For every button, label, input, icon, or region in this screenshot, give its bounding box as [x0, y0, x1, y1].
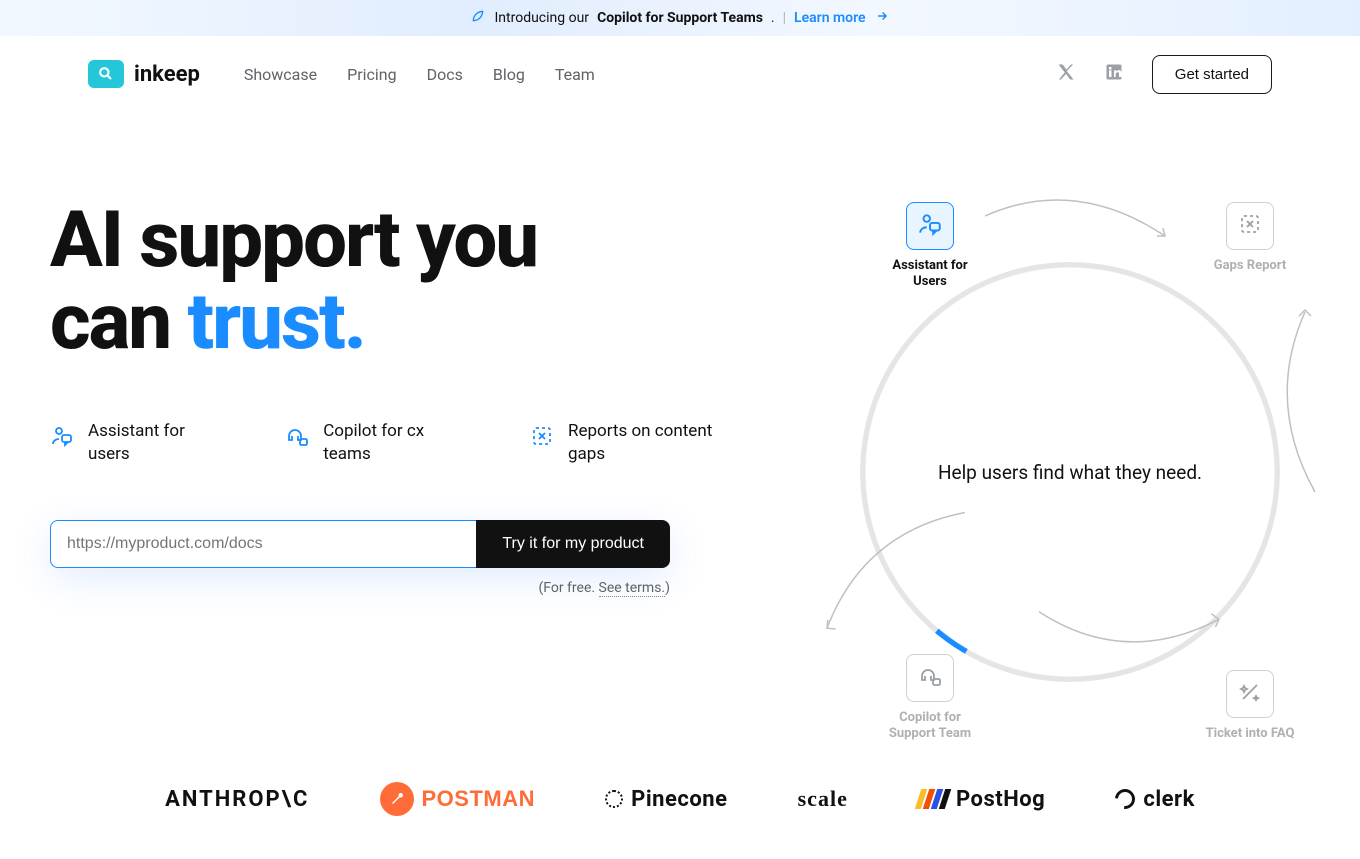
- feature-text: Reports on content gaps: [568, 420, 730, 466]
- linkedin-icon[interactable]: [1104, 62, 1124, 86]
- wheel-node-ticket[interactable]: Ticket into FAQ: [1180, 670, 1320, 742]
- gaps-icon: [1238, 212, 1262, 240]
- assistant-icon: [50, 424, 74, 452]
- x-social-icon[interactable]: [1056, 62, 1076, 86]
- logo-postman: POSTMAN: [380, 782, 536, 816]
- wheel-node-assistant[interactable]: Assistant for Users: [860, 202, 1000, 291]
- banner-sep: |: [783, 10, 786, 26]
- nav-showcase[interactable]: Showcase: [244, 65, 317, 84]
- site-header: inkeep Showcase Pricing Docs Blog Team G…: [0, 36, 1360, 112]
- assistant-icon: [917, 211, 943, 241]
- arc-arrow-icon: [975, 186, 1175, 250]
- cta-form: Try it for my product: [50, 520, 670, 568]
- logo-posthog: PostHog: [918, 787, 1045, 812]
- wheel-node-gaps[interactable]: Gaps Report: [1180, 202, 1320, 274]
- nav-docs[interactable]: Docs: [427, 65, 463, 84]
- banner-learn-more[interactable]: Learn more: [794, 10, 865, 26]
- customer-logos: ANTHROP\C POSTMAN Pinecone scale PostHog…: [0, 782, 1360, 816]
- rocket-icon: [470, 8, 486, 28]
- hero-section: AI support you can trust. Assistant for …: [0, 112, 1360, 672]
- feature-text: Assistant for users: [88, 420, 225, 466]
- feature-text: Copilot for cx teams: [323, 420, 470, 466]
- announcement-banner: Introducing our Copilot for Support Team…: [0, 0, 1360, 36]
- logo-clerk: clerk: [1115, 787, 1194, 812]
- posthog-mark-icon: [918, 789, 948, 809]
- logo-anthropic: ANTHROP\C: [165, 787, 309, 812]
- feature-assistant: Assistant for users: [50, 420, 225, 466]
- lifecycle-wheel: Help users find what they need. Assistan…: [750, 172, 1310, 672]
- feature-copilot: Copilot for cx teams: [285, 420, 470, 466]
- pinecone-mark-icon: [605, 790, 623, 808]
- nav-team[interactable]: Team: [555, 65, 595, 84]
- feature-reports: Reports on content gaps: [530, 420, 730, 466]
- site-logo[interactable]: inkeep: [88, 60, 200, 88]
- reports-icon: [530, 424, 554, 452]
- main-nav: Showcase Pricing Docs Blog Team: [244, 65, 595, 84]
- clerk-mark-icon: [1111, 785, 1139, 813]
- get-started-button[interactable]: Get started: [1152, 55, 1272, 94]
- banner-intro: Introducing our: [494, 10, 589, 26]
- copilot-icon: [918, 664, 942, 692]
- nav-pricing[interactable]: Pricing: [347, 65, 397, 84]
- magic-wand-icon: [1238, 680, 1262, 708]
- logo-pinecone: Pinecone: [605, 787, 727, 812]
- cta-terms: (For free. See terms.): [50, 580, 670, 596]
- wheel-node-copilot[interactable]: Copilot for Support Team: [860, 654, 1000, 743]
- brand-text: inkeep: [134, 62, 200, 87]
- arrow-right-icon: [874, 9, 890, 27]
- feature-list: Assistant for users Copilot for cx teams…: [50, 420, 730, 466]
- try-product-button[interactable]: Try it for my product: [476, 520, 670, 568]
- nav-blog[interactable]: Blog: [493, 65, 525, 84]
- postman-mark-icon: [380, 782, 414, 816]
- copilot-icon: [285, 424, 309, 452]
- logo-scale: scale: [798, 786, 848, 812]
- logo-mark-icon: [88, 60, 124, 88]
- banner-product: Copilot for Support Teams: [597, 10, 763, 26]
- arc-arrow-icon: [1275, 302, 1335, 506]
- see-terms-link[interactable]: See terms.: [599, 580, 666, 597]
- docs-url-input[interactable]: [50, 520, 476, 568]
- hero-heading: AI support you can trust.: [50, 172, 730, 364]
